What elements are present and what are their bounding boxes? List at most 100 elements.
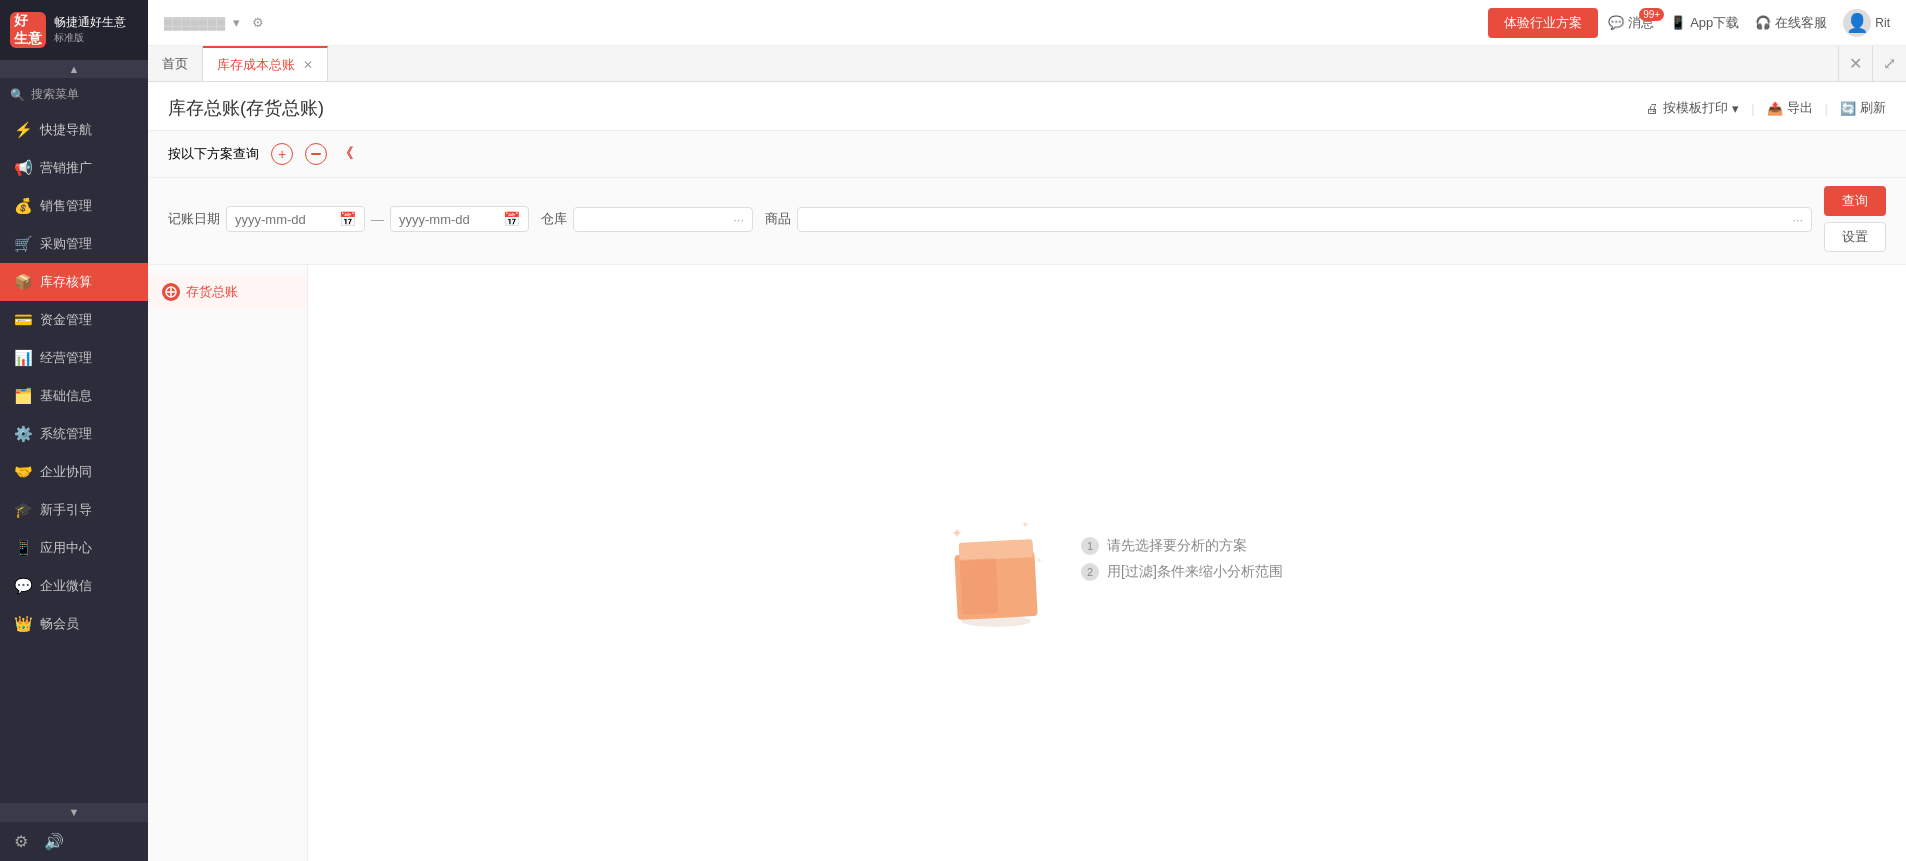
- empty-illustration: ✦ ✦ ✦: [931, 503, 1051, 623]
- sidebar-item-marketing[interactable]: 📢 营销推广: [0, 149, 148, 187]
- online-support-button[interactable]: 🎧 在线客服: [1755, 14, 1827, 32]
- sidebar-item-label: 企业微信: [40, 577, 92, 595]
- date-start-input[interactable]: [235, 212, 335, 227]
- member-icon: 👑: [14, 615, 32, 633]
- app-version: 标准版: [54, 31, 126, 45]
- sidebar-item-quick-nav[interactable]: ⚡ 快捷导航: [0, 111, 148, 149]
- filter-collapse-button[interactable]: 《: [339, 145, 353, 163]
- date-separator: —: [371, 212, 384, 227]
- marketing-icon: 📢: [14, 159, 32, 177]
- sidebar-settings-button[interactable]: ⚙: [14, 832, 28, 851]
- tab-home[interactable]: 首页: [148, 46, 203, 81]
- topbar-dropdown-icon[interactable]: ▾: [233, 15, 240, 30]
- tab-inventory-cost[interactable]: 库存成本总账 ✕: [203, 46, 328, 81]
- print-button[interactable]: 🖨 按模板打印 ▾: [1646, 99, 1739, 117]
- sidebar-scroll-down[interactable]: ▼: [0, 803, 148, 821]
- sidebar-item-operation[interactable]: 📊 经营管理: [0, 339, 148, 377]
- breadcrumb-text: ▓▓▓▓▓▓▓: [164, 16, 225, 30]
- sidebar-item-label: 基础信息: [40, 387, 92, 405]
- sidebar-item-label: 畅会员: [40, 615, 79, 633]
- svg-rect-0: [311, 153, 321, 155]
- sidebar-item-label: 经营管理: [40, 349, 92, 367]
- scheme-panel: 存货总账: [148, 265, 1906, 861]
- scheme-sidebar: 存货总账: [148, 265, 308, 861]
- operation-icon: 📊: [14, 349, 32, 367]
- sidebar-item-member[interactable]: 👑 畅会员: [0, 605, 148, 643]
- filter-action-buttons: 查询 设置: [1824, 186, 1886, 252]
- page-area: 库存总账(存货总账) 🖨 按模板打印 ▾ | 📤 导出 | 🔄 刷新: [148, 82, 1906, 861]
- scheme-item-icon: [162, 283, 180, 301]
- finance-icon: 💳: [14, 311, 32, 329]
- sidebar-item-label: 企业协同: [40, 463, 92, 481]
- filter-remove-button[interactable]: [305, 143, 327, 165]
- purchase-icon: 🛒: [14, 235, 32, 253]
- filter-add-button[interactable]: +: [271, 143, 293, 165]
- appstore-icon: 📱: [14, 539, 32, 557]
- date-filter-group: 记账日期 📅 — 📅: [168, 206, 529, 232]
- sidebar-scroll-up[interactable]: ▲: [0, 60, 148, 78]
- sidebar-item-enterprise[interactable]: 🤝 企业协同: [0, 453, 148, 491]
- sidebar-item-label: 营销推广: [40, 159, 92, 177]
- filter-remove-icon: [310, 148, 322, 160]
- topbar: ▓▓▓▓▓▓▓ ▾ ⚙ 体验行业方案 💬 消息 99+ 📱 App下载 🎧 在线…: [148, 0, 1906, 46]
- sidebar-item-wechat[interactable]: 💬 企业微信: [0, 567, 148, 605]
- tab-home-label: 首页: [162, 55, 188, 73]
- hint-2-num: 2: [1081, 563, 1099, 581]
- sidebar-item-system[interactable]: ⚙️ 系统管理: [0, 415, 148, 453]
- message-button[interactable]: 💬 消息 99+: [1608, 14, 1654, 32]
- scheme-item-inventory-ledger[interactable]: 存货总账: [148, 275, 307, 309]
- date-end-input[interactable]: [399, 212, 499, 227]
- hint-1-text: 请先选择要分析的方案: [1107, 537, 1247, 555]
- empty-state: ✦ ✦ ✦ 1 请先选择要分析的方案 2 用[过滤]条件来缩小分析范围: [308, 265, 1906, 861]
- sidebar-item-label: 资金管理: [40, 311, 92, 329]
- topbar-cta-button[interactable]: 体验行业方案: [1488, 8, 1598, 38]
- sidebar-item-finance[interactable]: 💳 资金管理: [0, 301, 148, 339]
- refresh-button[interactable]: 🔄 刷新: [1840, 99, 1886, 117]
- tab-close-icon[interactable]: ✕: [303, 58, 313, 72]
- warehouse-more-icon[interactable]: ···: [733, 212, 744, 227]
- sidebar-item-label: 系统管理: [40, 425, 92, 443]
- product-more-icon[interactable]: ···: [1792, 212, 1803, 227]
- sidebar-search[interactable]: 🔍 搜索菜单: [0, 78, 148, 111]
- svg-rect-7: [960, 558, 999, 615]
- export-label: 导出: [1787, 99, 1813, 117]
- export-icon: 📤: [1767, 101, 1783, 116]
- product-filter-group: 商品 ···: [765, 207, 1812, 232]
- warehouse-filter-group: 仓库 ···: [541, 207, 753, 232]
- message-icon: 💬: [1608, 15, 1624, 30]
- online-support-icon: 🎧: [1755, 15, 1771, 30]
- tab-inventory-cost-label: 库存成本总账: [217, 56, 295, 74]
- print-icon: 🖨: [1646, 101, 1659, 116]
- sidebar-item-newbie[interactable]: 🎓 新手引导: [0, 491, 148, 529]
- sidebar-item-label: 快捷导航: [40, 121, 92, 139]
- topbar-settings-icon[interactable]: ⚙: [252, 15, 264, 30]
- product-select[interactable]: ···: [797, 207, 1812, 232]
- query-button[interactable]: 查询: [1824, 186, 1886, 216]
- empty-hint-2: 2 用[过滤]条件来缩小分析范围: [1081, 563, 1283, 581]
- svg-text:✦: ✦: [1021, 519, 1029, 530]
- user-menu[interactable]: 👤 Rit: [1843, 9, 1890, 37]
- svg-text:✦: ✦: [951, 525, 963, 541]
- app-name: 畅捷通好生意: [54, 15, 126, 31]
- sidebar-audio-button[interactable]: 🔊: [44, 832, 64, 851]
- tab-expand-button[interactable]: ⤢: [1872, 46, 1906, 82]
- scheme-main: ✦ ✦ ✦ 1 请先选择要分析的方案 2 用[过滤]条件来缩小分析范围: [308, 265, 1906, 861]
- sidebar-item-inventory[interactable]: 📦 库存核算: [0, 263, 148, 301]
- sidebar-item-basic[interactable]: 🗂️ 基础信息: [0, 377, 148, 415]
- sidebar-item-purchase[interactable]: 🛒 采购管理: [0, 225, 148, 263]
- sidebar-item-appstore[interactable]: 📱 应用中心: [0, 529, 148, 567]
- print-dropdown-icon[interactable]: ▾: [1732, 101, 1739, 116]
- svg-text:✦: ✦: [1036, 556, 1043, 565]
- date-start-calendar-icon[interactable]: 📅: [339, 211, 356, 227]
- sidebar-item-sales[interactable]: 💰 销售管理: [0, 187, 148, 225]
- refresh-label: 刷新: [1860, 99, 1886, 117]
- settings-button[interactable]: 设置: [1824, 222, 1886, 252]
- app-download-button[interactable]: 📱 App下载: [1670, 14, 1739, 32]
- sidebar-item-label: 销售管理: [40, 197, 92, 215]
- warehouse-select[interactable]: ···: [573, 207, 753, 232]
- export-button[interactable]: 📤 导出: [1767, 99, 1813, 117]
- date-end-input-wrapper: 📅: [390, 206, 529, 232]
- tab-close-button[interactable]: ✕: [1838, 46, 1872, 82]
- print-label: 按模板打印: [1663, 99, 1728, 117]
- date-end-calendar-icon[interactable]: 📅: [503, 211, 520, 227]
